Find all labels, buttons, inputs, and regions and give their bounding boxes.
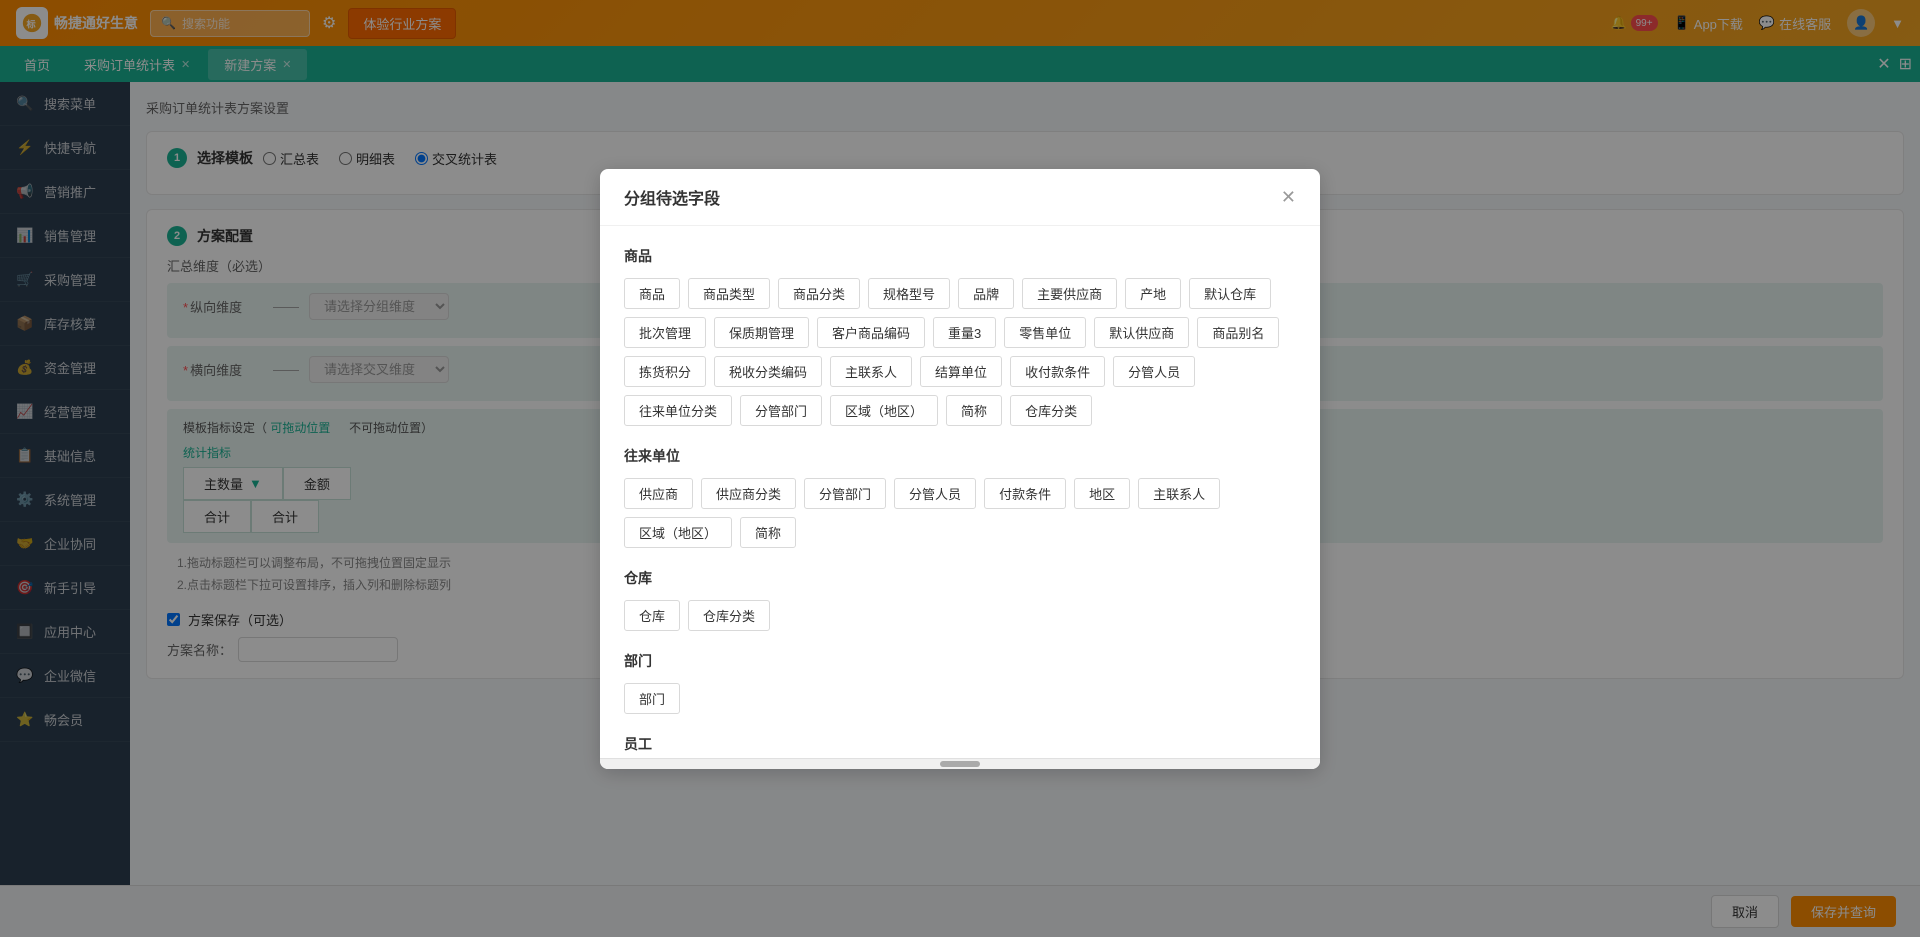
modal-header: 分组待选字段 ✕ [600, 169, 1320, 226]
tag-goods-11[interactable]: 重量3 [933, 317, 996, 348]
section-warehouse: 仓库 仓库 仓库分类 [624, 568, 1296, 631]
tag-goods-14[interactable]: 商品别名 [1197, 317, 1279, 348]
tag-goods-9[interactable]: 保质期管理 [714, 317, 809, 348]
section-dept: 部门 部门 [624, 651, 1296, 714]
tag-goods-25[interactable]: 仓库分类 [1010, 395, 1092, 426]
tag-partner-8[interactable]: 简称 [740, 517, 796, 548]
tag-goods-0[interactable]: 商品 [624, 278, 680, 309]
tag-goods-3[interactable]: 规格型号 [868, 278, 950, 309]
goods-tags: 商品 商品类型 商品分类 规格型号 品牌 主要供应商 产地 默认仓库 批次管理 … [624, 278, 1296, 426]
modal-title: 分组待选字段 [624, 185, 720, 209]
warehouse-tags: 仓库 仓库分类 [624, 600, 1296, 631]
tag-partner-7[interactable]: 区域（地区） [624, 517, 732, 548]
hscroll-thumb [940, 761, 980, 767]
tag-warehouse-1[interactable]: 仓库分类 [688, 600, 770, 631]
tag-partner-1[interactable]: 供应商分类 [701, 478, 796, 509]
tag-goods-18[interactable]: 结算单位 [920, 356, 1002, 387]
section-employee-title: 员工 [624, 734, 1296, 754]
tag-partner-4[interactable]: 付款条件 [984, 478, 1066, 509]
tag-partner-5[interactable]: 地区 [1074, 478, 1130, 509]
tag-goods-20[interactable]: 分管人员 [1113, 356, 1195, 387]
tag-partner-2[interactable]: 分管部门 [804, 478, 886, 509]
tag-goods-24[interactable]: 简称 [946, 395, 1002, 426]
modal-dialog: 分组待选字段 ✕ 商品 商品 商品类型 商品分类 规格型号 品牌 主要供应商 产… [600, 169, 1320, 769]
section-employee: 员工 业务员 [624, 734, 1296, 759]
tag-goods-16[interactable]: 税收分类编码 [714, 356, 822, 387]
dept-tags: 部门 [624, 683, 1296, 714]
tag-goods-22[interactable]: 分管部门 [740, 395, 822, 426]
tag-goods-6[interactable]: 产地 [1125, 278, 1181, 309]
section-partner-title: 往来单位 [624, 446, 1296, 466]
tag-partner-0[interactable]: 供应商 [624, 478, 693, 509]
tag-goods-2[interactable]: 商品分类 [778, 278, 860, 309]
tag-goods-17[interactable]: 主联系人 [830, 356, 912, 387]
tag-goods-5[interactable]: 主要供应商 [1022, 278, 1117, 309]
tag-dept-0[interactable]: 部门 [624, 683, 680, 714]
section-warehouse-title: 仓库 [624, 568, 1296, 588]
section-goods: 商品 商品 商品类型 商品分类 规格型号 品牌 主要供应商 产地 默认仓库 批次… [624, 246, 1296, 426]
modal-overlay: 分组待选字段 ✕ 商品 商品 商品类型 商品分类 规格型号 品牌 主要供应商 产… [0, 0, 1920, 937]
tag-goods-4[interactable]: 品牌 [958, 278, 1014, 309]
tag-goods-8[interactable]: 批次管理 [624, 317, 706, 348]
tag-partner-3[interactable]: 分管人员 [894, 478, 976, 509]
modal-hscroll[interactable] [600, 758, 1320, 768]
tag-goods-1[interactable]: 商品类型 [688, 278, 770, 309]
section-dept-title: 部门 [624, 651, 1296, 671]
tag-goods-21[interactable]: 往来单位分类 [624, 395, 732, 426]
modal-close-button[interactable]: ✕ [1281, 188, 1296, 206]
tag-goods-15[interactable]: 拣货积分 [624, 356, 706, 387]
section-partner: 往来单位 供应商 供应商分类 分管部门 分管人员 付款条件 地区 主联系人 区域… [624, 446, 1296, 548]
tag-goods-7[interactable]: 默认仓库 [1189, 278, 1271, 309]
tag-goods-19[interactable]: 收付款条件 [1010, 356, 1105, 387]
tag-warehouse-0[interactable]: 仓库 [624, 600, 680, 631]
tag-goods-13[interactable]: 默认供应商 [1094, 317, 1189, 348]
partner-tags: 供应商 供应商分类 分管部门 分管人员 付款条件 地区 主联系人 区域（地区） … [624, 478, 1296, 548]
tag-goods-10[interactable]: 客户商品编码 [817, 317, 925, 348]
section-goods-title: 商品 [624, 246, 1296, 266]
tag-goods-23[interactable]: 区域（地区） [830, 395, 938, 426]
modal-body: 商品 商品 商品类型 商品分类 规格型号 品牌 主要供应商 产地 默认仓库 批次… [600, 226, 1320, 759]
tag-goods-12[interactable]: 零售单位 [1004, 317, 1086, 348]
tag-partner-6[interactable]: 主联系人 [1138, 478, 1220, 509]
